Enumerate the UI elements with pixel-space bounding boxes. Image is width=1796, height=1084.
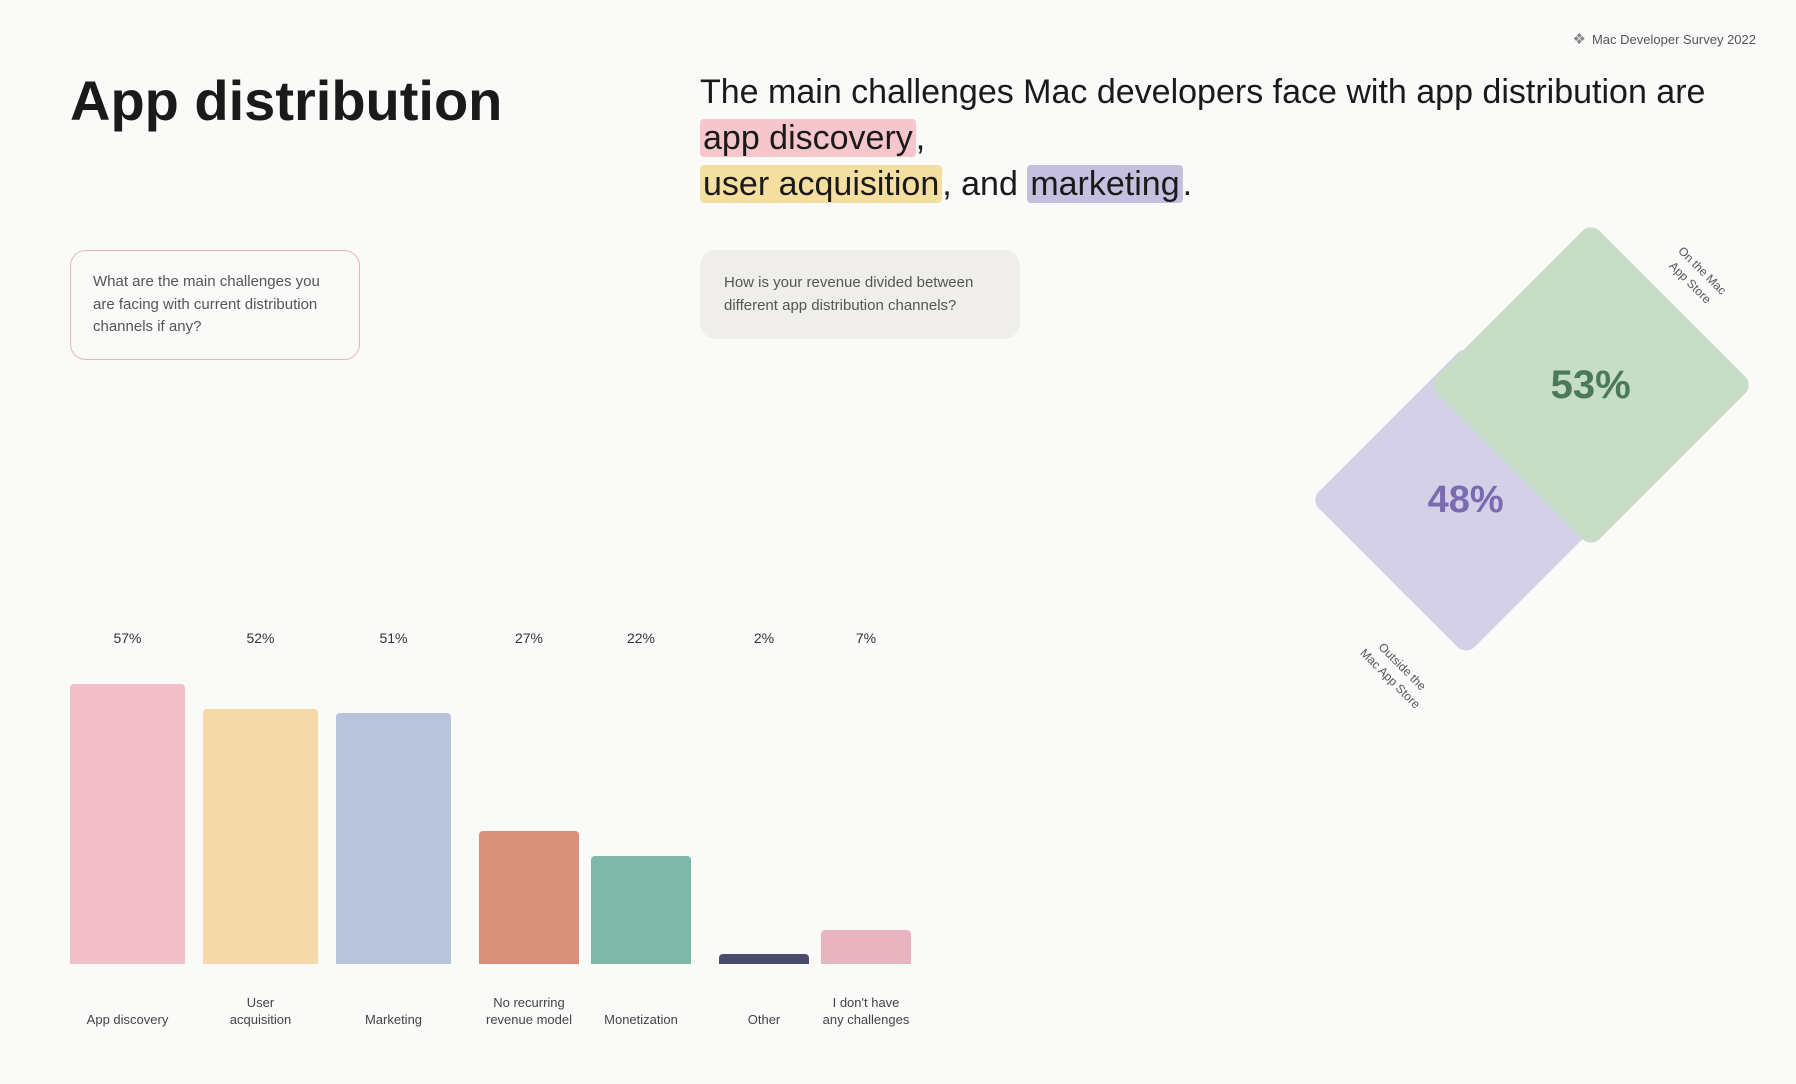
bar-pct-2: 51%: [379, 630, 407, 646]
diamond-chart: 48% 53% On the Mac App Store Outside the…: [1326, 250, 1746, 700]
bar-pct-3: 27%: [515, 630, 543, 646]
headline-mid2: , and: [942, 165, 1027, 203]
bar-rect-1: [203, 709, 318, 964]
question-left-text: What are the main challenges you are fac…: [93, 273, 320, 335]
bar-label-4: Monetization: [586, 1011, 696, 1029]
bar-rect-2: [336, 713, 451, 964]
question-right-text: How is your revenue divided between diff…: [724, 274, 973, 314]
bar-rect-4: [591, 856, 691, 964]
bar-pct-4: 22%: [627, 630, 655, 646]
diamond-mac-store-inner: 53%: [1551, 363, 1631, 408]
bar-group-2: 51%Marketing: [336, 654, 451, 964]
question-bubble-left: What are the main challenges you are fac…: [70, 250, 360, 360]
diamond-outside-pct: 48%: [1428, 479, 1504, 522]
headline-text: The main challenges Mac developers face …: [700, 70, 1736, 208]
headline-prefix: The main challenges Mac developers face …: [700, 73, 1705, 111]
bar-pct-6: 7%: [856, 630, 876, 646]
bar-group-4: 22%Monetization: [591, 654, 691, 964]
bar-pct-1: 52%: [246, 630, 274, 646]
bar-label-5: Other: [714, 1011, 814, 1029]
bar-pct-0: 57%: [113, 630, 141, 646]
bar-label-1: Useracquisition: [198, 994, 323, 1029]
logo-icon: ❖: [1573, 30, 1586, 48]
highlight-user-acquisition: user acquisition: [700, 165, 942, 203]
bar-label-3: No recurringrevenue model: [474, 994, 584, 1029]
highlight-app-discovery: app discovery: [700, 119, 916, 157]
highlight-marketing: marketing: [1027, 165, 1182, 203]
bar-group-1: 52%Useracquisition: [203, 654, 318, 964]
bar-rect-5: [719, 954, 809, 964]
headline-mid1: ,: [916, 119, 925, 157]
diamond-outside-inner: 48%: [1428, 479, 1504, 522]
bar-rect-6: [821, 930, 911, 964]
bar-rect-0: [70, 684, 185, 964]
bar-group-5: 2%Other: [719, 654, 809, 964]
bar-pct-5: 2%: [754, 630, 774, 646]
label-outside-app-store: Outside the Mac App Store: [1356, 633, 1436, 713]
bar-rect-3: [479, 831, 579, 964]
page-title: App distribution: [70, 70, 502, 132]
survey-title: Mac Developer Survey 2022: [1592, 32, 1756, 47]
header: ❖ Mac Developer Survey 2022: [1573, 30, 1756, 48]
bar-label-0: App discovery: [65, 1011, 190, 1029]
bar-chart: 57%App discovery52%Useracquisition51%Mar…: [70, 624, 940, 964]
bar-group-0: 57%App discovery: [70, 654, 185, 964]
bar-label-6: I don't haveany challenges: [816, 994, 916, 1029]
bar-group-6: 7%I don't haveany challenges: [821, 654, 911, 964]
bar-label-2: Marketing: [331, 1011, 456, 1029]
headline-suffix: .: [1183, 165, 1192, 203]
bar-group-3: 27%No recurringrevenue model: [479, 654, 579, 964]
diamond-mac-store-pct: 53%: [1551, 363, 1631, 408]
question-bubble-right: How is your revenue divided between diff…: [700, 250, 1020, 339]
